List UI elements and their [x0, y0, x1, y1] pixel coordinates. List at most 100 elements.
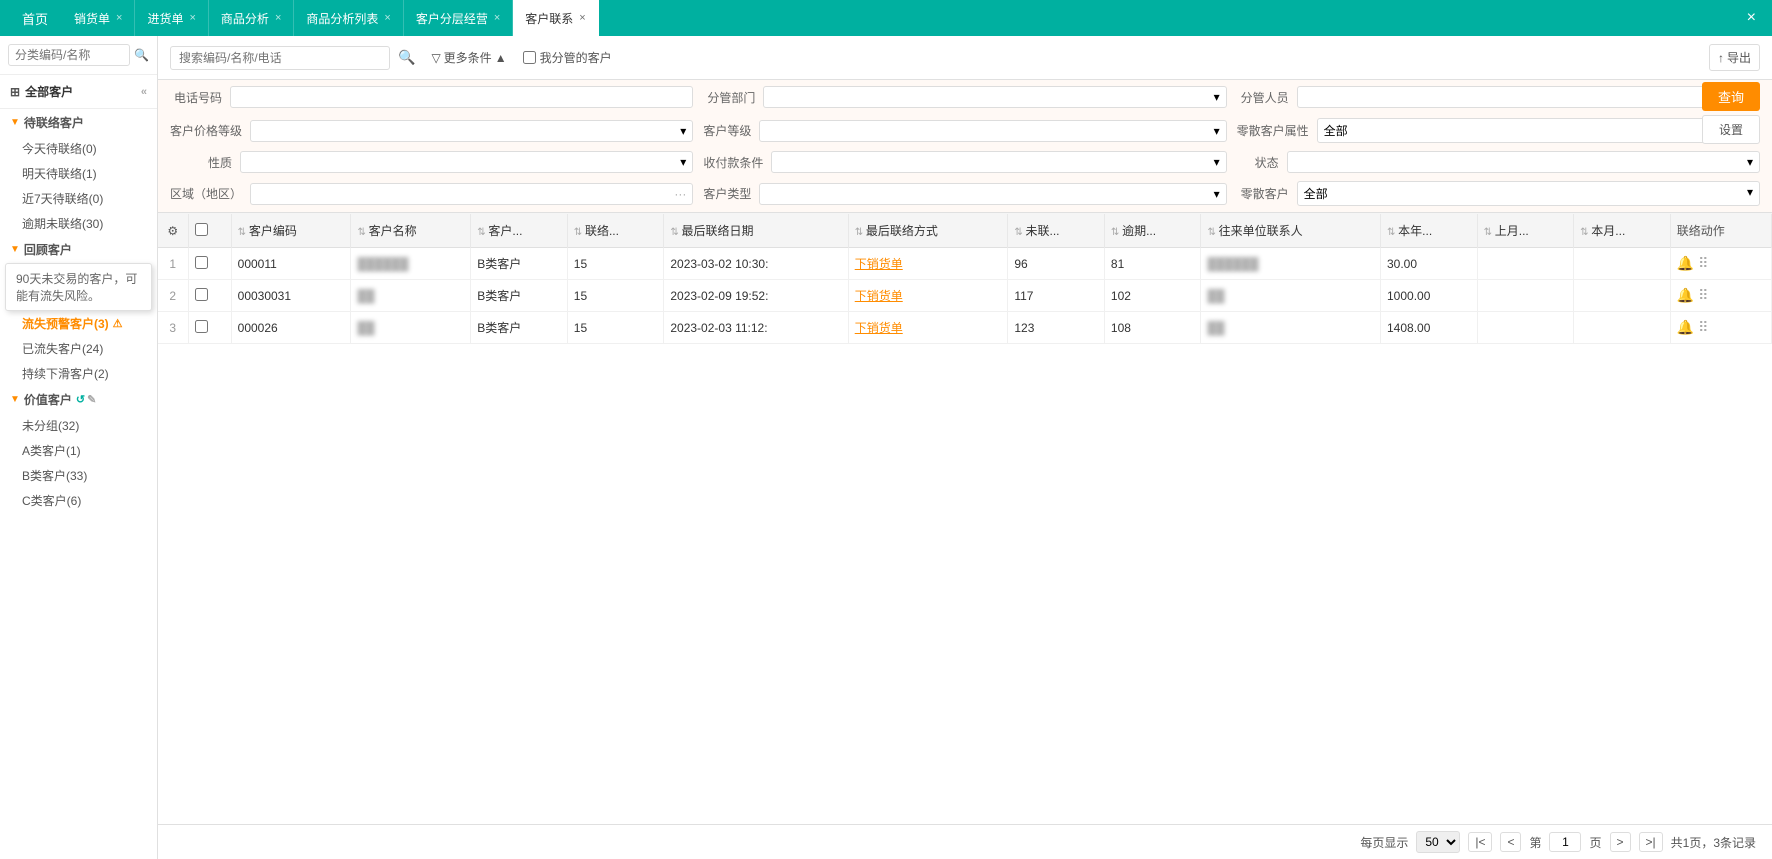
- sidebar-group-value[interactable]: ▼ 价值客户 ↺ ✎: [0, 386, 157, 413]
- filter-cust-tier: 客户等级 ▾: [703, 120, 1226, 142]
- select-all-checkbox[interactable]: [195, 223, 208, 236]
- window-close-button[interactable]: ×: [1739, 9, 1764, 27]
- export-button[interactable]: ↑ 导出: [1709, 44, 1760, 71]
- checkbox-col-header[interactable]: [188, 214, 231, 248]
- col-header-last-date[interactable]: 最后联络日期: [664, 214, 848, 248]
- last-page-button[interactable]: >|: [1639, 832, 1663, 852]
- row-num-0: 1: [158, 248, 188, 280]
- filter-search-input[interactable]: [170, 46, 390, 70]
- col-header-last-method[interactable]: 最后联络方式: [848, 214, 1008, 248]
- chevron-price-tier: ▾: [680, 124, 686, 138]
- sidebar-item-churn-warning[interactable]: 流失预警客户(3) ⚠: [0, 311, 157, 336]
- col-header-contact-person[interactable]: 往来单位联系人: [1201, 214, 1381, 248]
- close-tab-4-icon[interactable]: ×: [494, 12, 500, 24]
- nav-home[interactable]: 首页: [8, 0, 62, 36]
- sidebar-item-pending-tomorrow[interactable]: 明天待联络(1): [0, 161, 157, 186]
- sidebar-group-review[interactable]: ▼ 回顾客户: [0, 236, 157, 263]
- sidebar-item-a-class[interactable]: A类客户(1): [0, 438, 157, 463]
- filter-search-button[interactable]: 🔍: [398, 49, 415, 66]
- price-tier-select[interactable]: ▾: [250, 120, 693, 142]
- cust-tier-select[interactable]: ▾: [759, 120, 1226, 142]
- contact-action-icon-0[interactable]: 🔔: [1677, 255, 1694, 272]
- close-tab-0-icon[interactable]: ×: [116, 12, 122, 24]
- sidebar-item-b-class[interactable]: B类客户(33): [0, 463, 157, 488]
- contact-action-icon-1[interactable]: 🔔: [1677, 287, 1694, 304]
- row-last-method-0[interactable]: 下销货单: [848, 248, 1008, 280]
- page-number-input[interactable]: [1549, 832, 1581, 852]
- export-icon: ↑: [1718, 51, 1724, 65]
- settings-button[interactable]: 设置: [1702, 115, 1760, 144]
- row-checkbox-1[interactable]: [188, 280, 231, 312]
- cust-tier-label: 客户等级: [703, 122, 759, 139]
- nature-select[interactable]: ▾: [240, 151, 693, 173]
- nav-tab-4[interactable]: 客户分层经营 ×: [404, 0, 513, 36]
- col-header-uncontacted[interactable]: 未联...: [1008, 214, 1105, 248]
- page-size-select[interactable]: 50: [1416, 831, 1460, 853]
- close-tab-1-icon[interactable]: ×: [189, 12, 195, 24]
- my-customers-checkbox-label[interactable]: 我分管的客户: [523, 49, 612, 66]
- col-header-code[interactable]: 客户编码: [231, 214, 351, 248]
- col-header-this-year[interactable]: 本年...: [1381, 214, 1478, 248]
- sidebar-item-ungrouped[interactable]: 未分组(32): [0, 413, 157, 438]
- prev-page-button[interactable]: <: [1500, 832, 1521, 852]
- next-page-button[interactable]: >: [1610, 832, 1631, 852]
- area-select[interactable]: ···: [250, 183, 693, 205]
- more-action-icon-2[interactable]: ⠿: [1698, 319, 1708, 336]
- sidebar-all-customers[interactable]: ⊞ 全部客户 «: [0, 75, 157, 109]
- main-layout: 🔍 ⊞ 全部客户 « ▼ 待联络客户 今天待联络(0) 明天待联络(1) 近7天…: [0, 36, 1772, 859]
- my-customers-checkbox[interactable]: [523, 51, 536, 64]
- filter-manager-field: 分管人员 ···: [1237, 86, 1760, 108]
- nav-tab-0[interactable]: 销货单 ×: [62, 0, 135, 36]
- sidebar-group-pending[interactable]: ▼ 待联络客户: [0, 109, 157, 136]
- col-header-overdue[interactable]: 逾期...: [1104, 214, 1201, 248]
- sidebar-item-pending-today[interactable]: 今天待联络(0): [0, 136, 157, 161]
- first-page-button[interactable]: |<: [1468, 832, 1492, 852]
- nav-tab-5[interactable]: 客户联系 ×: [513, 0, 598, 36]
- manager-select[interactable]: ···: [1297, 86, 1760, 108]
- triangle-icon-1: ▼: [10, 244, 20, 255]
- sidebar-item-pending-7days[interactable]: 近7天待联络(0): [0, 186, 157, 211]
- refresh-icon[interactable]: ↺: [76, 393, 85, 406]
- nav-tab-2[interactable]: 商品分析 ×: [209, 0, 294, 36]
- contact-action-icon-2[interactable]: 🔔: [1677, 319, 1694, 336]
- sidebar-item-declining[interactable]: 持续下滑客户(2): [0, 361, 157, 386]
- nav-tab-3[interactable]: 商品分析列表 ×: [294, 0, 403, 36]
- settings-col-header[interactable]: ⚙: [158, 214, 188, 248]
- more-conditions-button[interactable]: ▽ 更多条件 ▲: [423, 45, 514, 70]
- edit-value-icon[interactable]: ✎: [87, 393, 96, 406]
- payment-select[interactable]: ▾: [771, 151, 1226, 173]
- row-num-2: 3: [158, 312, 188, 344]
- status-select[interactable]: ▾: [1287, 151, 1760, 173]
- query-button[interactable]: 查询: [1702, 82, 1760, 111]
- row-last-method-1[interactable]: 下销货单: [848, 280, 1008, 312]
- col-header-this-month[interactable]: 本月...: [1574, 214, 1671, 248]
- row-last-method-2[interactable]: 下销货单: [848, 312, 1008, 344]
- row-last-date-1: 2023-02-09 19:52:: [664, 280, 848, 312]
- col-header-last-month[interactable]: 上月...: [1477, 214, 1574, 248]
- sidebar-item-overdue[interactable]: 逾期未联络(30): [0, 211, 157, 236]
- col-header-type[interactable]: 客户...: [471, 214, 568, 248]
- row-this-month-2: [1574, 312, 1671, 344]
- zero-cust-select[interactable]: 全部▾: [1297, 181, 1760, 206]
- dept-select[interactable]: ▾: [763, 86, 1226, 108]
- sidebar-item-churned[interactable]: 已流失客户(24): [0, 336, 157, 361]
- sidebar-item-c-class[interactable]: C类客户(6): [0, 488, 157, 513]
- nav-tab-1[interactable]: 进货单 ×: [135, 0, 208, 36]
- more-action-icon-1[interactable]: ⠿: [1698, 287, 1708, 304]
- row-code-0: 000011: [231, 248, 351, 280]
- sidebar-search-input[interactable]: [8, 44, 130, 66]
- sidebar-search-icon[interactable]: 🔍: [134, 48, 149, 62]
- filter-phone-field: 电话号码: [170, 86, 693, 108]
- more-action-icon-0[interactable]: ⠿: [1698, 255, 1708, 272]
- close-tab-2-icon[interactable]: ×: [275, 12, 281, 24]
- zero-attr-select[interactable]: 全部▾: [1317, 118, 1760, 143]
- phone-input[interactable]: [230, 86, 693, 108]
- row-checkbox-0[interactable]: [188, 248, 231, 280]
- cust-type-select[interactable]: ▾: [759, 183, 1226, 205]
- col-header-contact[interactable]: 联络...: [567, 214, 664, 248]
- close-tab-3-icon[interactable]: ×: [384, 12, 390, 24]
- col-header-action: 联络动作: [1670, 214, 1771, 248]
- col-header-name[interactable]: 客户名称: [351, 214, 471, 248]
- close-tab-5-icon[interactable]: ×: [579, 12, 585, 24]
- row-checkbox-2[interactable]: [188, 312, 231, 344]
